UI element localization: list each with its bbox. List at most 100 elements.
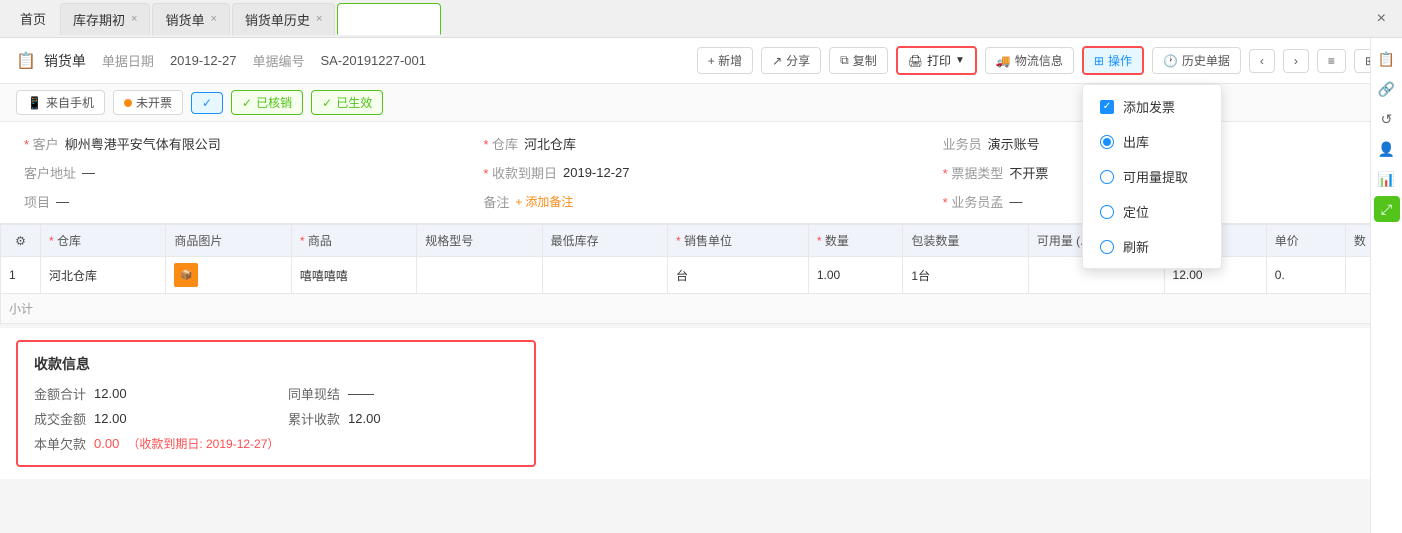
same-order-label: 同单现结 xyxy=(288,384,340,403)
customer-label: 客户 xyxy=(24,134,59,153)
payment-grid: 金额合计 12.00 同单现结 —— 成交金额 12.00 累计收款 12.00… xyxy=(34,384,518,453)
tab-inventory[interactable]: 库存期初 × xyxy=(60,3,150,35)
owe-value: 0.00 xyxy=(94,436,119,451)
dropdown-available-qty[interactable]: 可用量提取 xyxy=(1083,159,1221,194)
sidebar-rotate-btn[interactable]: ↺ xyxy=(1374,106,1400,132)
owe-note: （收款到期日: 2019-12-27） xyxy=(127,435,279,452)
col-pack-qty: 包装数量 xyxy=(903,225,1028,257)
deal-amount-label: 成交金额 xyxy=(34,409,86,428)
cell-unit: 台 xyxy=(668,257,809,294)
tab-sales-history[interactable]: 销货单历史 × xyxy=(232,3,335,35)
operate-dropdown: ✓ 添加发票 出库 可用量提取 定位 刷新 xyxy=(1082,84,1222,269)
doc-actions: + 新增 ↗ 分享 ⧉ 复制 🖨 打印 ▼ 🚚 物流信息 ⊞ 操作 🕐 历史单据 xyxy=(697,46,1386,75)
col-warehouse: * 仓库 xyxy=(41,225,166,257)
tab-view-sales-close[interactable]: × xyxy=(421,13,427,25)
global-close-button[interactable]: × xyxy=(1369,6,1394,32)
logistics-button[interactable]: 🚚 物流信息 xyxy=(985,47,1074,74)
dropdown-add-invoice[interactable]: ✓ 添加发票 xyxy=(1083,89,1221,124)
doc-icon: 📋 xyxy=(16,51,36,71)
phone-icon: 📱 xyxy=(27,96,42,110)
col-product: * 商品 xyxy=(291,225,416,257)
tab-sales-history-close[interactable]: × xyxy=(316,13,322,25)
dropdown-locate[interactable]: 定位 xyxy=(1083,194,1221,229)
available-qty-icon xyxy=(1099,169,1115,185)
tab-sales-history-label: 销货单历史 xyxy=(245,10,310,29)
customer-value: 柳州粤港平安气体有限公司 xyxy=(65,134,221,153)
print-button[interactable]: 🖨 打印 ▼ xyxy=(896,46,977,75)
not-open-dot xyxy=(124,99,132,107)
payment-info: 收款信息 金额合计 12.00 同单现结 —— 成交金额 12.00 累计收款 … xyxy=(16,340,536,467)
tab-sales-close[interactable]: × xyxy=(210,13,216,25)
cell-spec xyxy=(417,257,542,294)
dropdown-refresh[interactable]: 刷新 xyxy=(1083,229,1221,264)
ticket-type-label: 票据类型 xyxy=(943,163,1004,182)
from-phone-button[interactable]: 📱 来自手机 xyxy=(16,90,105,115)
radio-empty3 xyxy=(1100,240,1114,254)
tab-inventory-label: 库存期初 xyxy=(73,10,125,29)
customer-row: 客户 柳州粤港平安气体有限公司 xyxy=(24,134,459,153)
plus-icon: + xyxy=(515,195,522,209)
tab-home[interactable]: 首页 xyxy=(8,3,58,35)
history-icon: 🕐 xyxy=(1163,54,1178,68)
outbound-icon xyxy=(1099,134,1115,150)
deal-amount-value: 12.00 xyxy=(94,411,127,426)
operate-label: 操作 xyxy=(1108,52,1132,69)
tab-view-sales-label: 查看销货单 xyxy=(350,10,415,29)
logistics-label: 物流信息 xyxy=(1015,52,1063,69)
col-settings[interactable]: ⚙ xyxy=(1,225,41,257)
radio-selected xyxy=(1100,135,1114,149)
history-label: 历史单据 xyxy=(1182,52,1230,69)
address-value: — xyxy=(82,165,95,180)
outbound-label: 出库 xyxy=(1123,132,1149,151)
owe-label: 本单欠款 xyxy=(34,434,86,453)
confirm-button[interactable]: ✓ xyxy=(191,92,223,114)
bottom-area: 收款信息 金额合计 12.00 同单现结 —— 成交金额 12.00 累计收款 … xyxy=(0,328,1402,479)
add-note-label: 添加备注 xyxy=(525,193,573,210)
sales-staff-value: — xyxy=(1009,194,1022,209)
project-row: 项目 — xyxy=(24,192,459,211)
doc-title: 销货单 xyxy=(44,51,86,71)
sidebar-expand-btn[interactable]: ⤢ xyxy=(1374,196,1400,222)
not-open-label: 未开票 xyxy=(136,94,172,111)
product-image: 📦 xyxy=(174,263,198,287)
print-dropdown-icon: ▼ xyxy=(955,55,965,66)
view1-button[interactable]: ≡ xyxy=(1317,49,1346,73)
number-label: 单据编号 xyxy=(252,51,304,70)
new-button[interactable]: + 新增 xyxy=(697,47,753,74)
available-qty-label: 可用量提取 xyxy=(1123,167,1188,186)
cumulative-row: 累计收款 12.00 xyxy=(288,409,518,428)
history-button[interactable]: 🕐 历史单据 xyxy=(1152,47,1241,74)
operate-button[interactable]: ⊞ 操作 xyxy=(1082,46,1144,75)
share-label: 分享 xyxy=(786,52,810,69)
tab-home-label: 首页 xyxy=(20,9,46,28)
not-open-button[interactable]: 未开票 xyxy=(113,90,183,115)
checked-button[interactable]: ✓ 已核销 xyxy=(231,90,303,115)
copy-icon: ⧉ xyxy=(840,53,849,68)
col-price: 单价 xyxy=(1266,225,1345,257)
right-sidebar: 📋 🔗 ↺ 👤 📊 ⤢ xyxy=(1370,38,1402,533)
share-button[interactable]: ↗ 分享 xyxy=(761,47,821,74)
dropdown-outbound[interactable]: 出库 xyxy=(1083,124,1221,159)
tab-inventory-close[interactable]: × xyxy=(131,13,137,25)
col-unit: * 销售单位 xyxy=(668,225,809,257)
copy-button[interactable]: ⧉ 复制 xyxy=(829,47,888,74)
address-label: 客户地址 xyxy=(24,163,76,182)
add-note-button[interactable]: + 添加备注 xyxy=(515,193,573,210)
cumulative-label: 累计收款 xyxy=(288,409,340,428)
copy-label: 复制 xyxy=(853,52,877,69)
sidebar-copy-btn[interactable]: 📋 xyxy=(1374,46,1400,72)
add-invoice-icon: ✓ xyxy=(1099,99,1115,115)
effective-button[interactable]: ✓ 已生效 xyxy=(311,90,383,115)
number-value: SA-20191227-001 xyxy=(320,53,426,68)
col-qty: * 数量 xyxy=(808,225,903,257)
sidebar-user-btn[interactable]: 👤 xyxy=(1374,136,1400,162)
tab-sales[interactable]: 销货单 × xyxy=(152,3,229,35)
locate-label: 定位 xyxy=(1123,202,1149,221)
prev-button[interactable]: ‹ xyxy=(1249,49,1275,73)
tab-view-sales[interactable]: 查看销货单 × xyxy=(337,3,440,35)
project-label: 项目 xyxy=(24,192,50,211)
next-button[interactable]: › xyxy=(1283,49,1309,73)
sidebar-chart-btn[interactable]: 📊 xyxy=(1374,166,1400,192)
col-min-stock: 最低库存 xyxy=(542,225,667,257)
sidebar-link-btn[interactable]: 🔗 xyxy=(1374,76,1400,102)
